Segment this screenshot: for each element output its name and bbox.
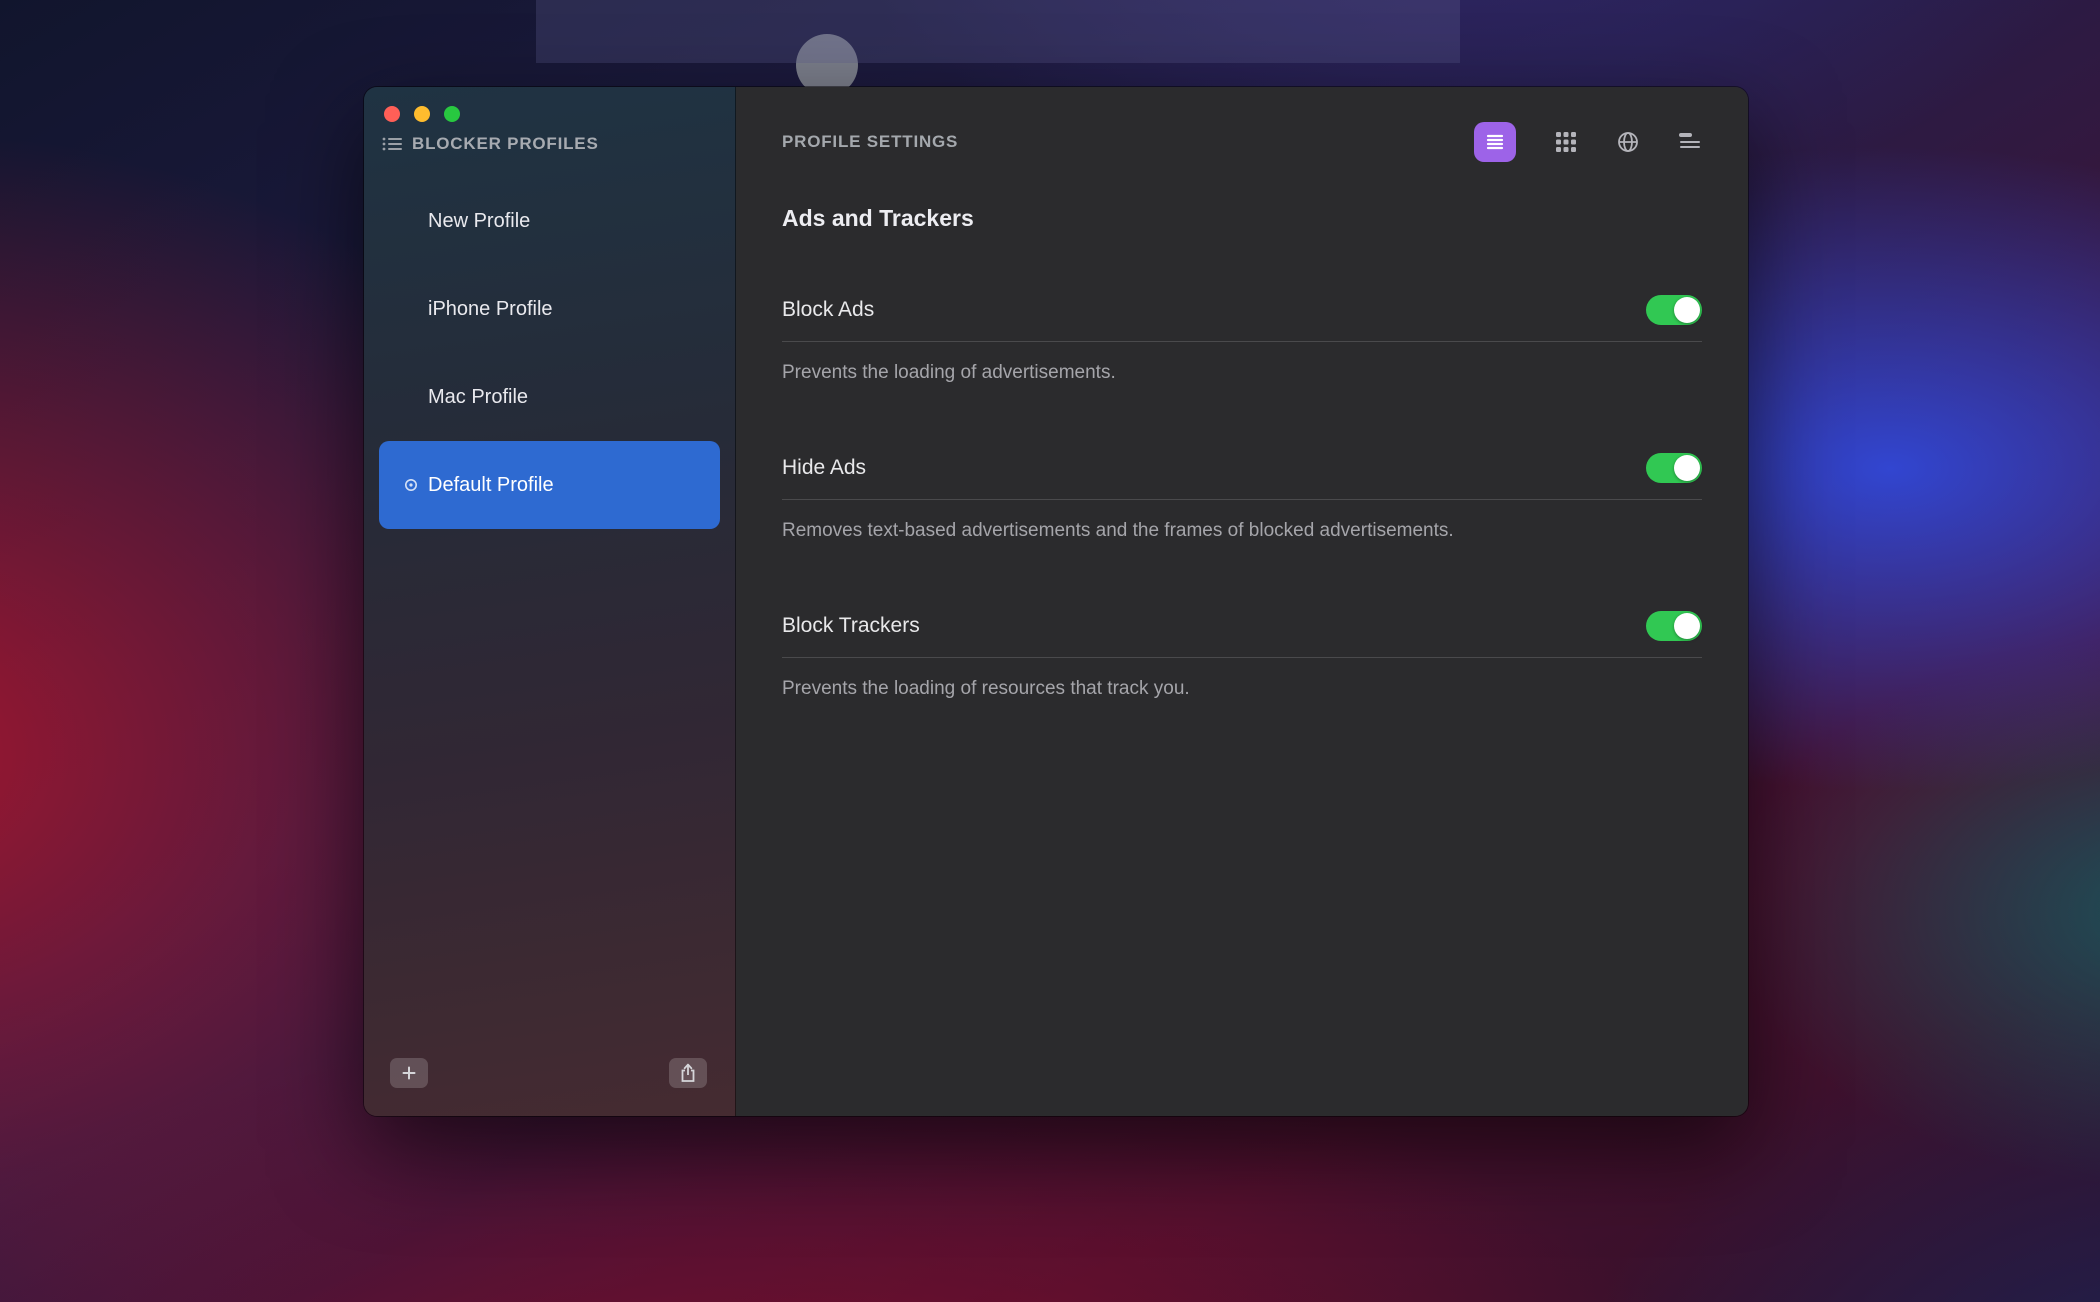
sidebar-title: BLOCKER PROFILES (412, 134, 599, 153)
block-trackers-toggle[interactable] (1646, 610, 1702, 641)
app-window: BLOCKER PROFILES New Profile iPhone Prof… (364, 87, 1748, 1116)
zoom-button[interactable] (444, 106, 460, 122)
setting-description: Removes text-based advertisements and th… (782, 520, 1454, 541)
setting-description: Prevents the loading of resources that t… (782, 678, 1190, 699)
settings-list: Block Ads Prevents the loading of advert… (782, 278, 1702, 700)
profile-list: New Profile iPhone Profile Mac Profile D… (364, 177, 735, 529)
minimize-button[interactable] (414, 106, 430, 122)
grid-view-icon (1554, 132, 1578, 157)
toggle-knob (1674, 296, 1700, 323)
sidebar-item-new-profile[interactable]: New Profile (379, 177, 720, 265)
window-controls (384, 106, 460, 122)
sidebar-header: BLOCKER PROFILES (364, 133, 735, 155)
active-profile-icon (403, 477, 419, 493)
sidebar-footer (390, 1058, 707, 1088)
setting-row: Block Ads (782, 278, 1702, 342)
sidebar-item-iphone-profile[interactable]: iPhone Profile (379, 265, 720, 353)
background-window (536, 0, 1460, 63)
setting-block-trackers: Block Trackers Prevents the loading of r… (782, 594, 1702, 700)
grid-view-button[interactable] (1554, 130, 1578, 154)
list-view-button[interactable] (1474, 122, 1516, 162)
sidebar-item-mac-profile[interactable]: Mac Profile (379, 353, 720, 441)
content-header: PROFILE SETTINGS (736, 87, 1748, 163)
block-ads-toggle[interactable] (1646, 294, 1702, 325)
content-title: PROFILE SETTINGS (782, 132, 959, 151)
hide-ads-toggle[interactable] (1646, 452, 1702, 483)
toggle-knob (1674, 612, 1700, 639)
globe-button[interactable] (1616, 130, 1640, 154)
globe-icon (1616, 132, 1640, 157)
profile-label: Mac Profile (428, 385, 529, 408)
setting-label: Block Trackers (782, 613, 920, 637)
setting-row: Hide Ads (782, 436, 1702, 500)
list-bullet-icon (382, 136, 402, 152)
setting-row: Block Trackers (782, 594, 1702, 658)
setting-hide-ads: Hide Ads Removes text-based advertisemen… (782, 436, 1702, 542)
plus-icon (401, 1065, 417, 1081)
profile-label: Default Profile (428, 473, 554, 496)
sidebar: BLOCKER PROFILES New Profile iPhone Prof… (364, 87, 736, 1116)
sidebar-item-default-profile[interactable]: Default Profile (379, 441, 720, 529)
profile-settings-panel: PROFILE SETTINGS Ads and Trackers Block … (736, 87, 1748, 1116)
view-toolbar (1474, 122, 1702, 162)
close-button[interactable] (384, 106, 400, 122)
text-align-icon (1678, 133, 1702, 157)
setting-description: Prevents the loading of advertisements. (782, 362, 1116, 383)
toggle-knob (1674, 454, 1700, 481)
setting-block-ads: Block Ads Prevents the loading of advert… (782, 278, 1702, 384)
add-profile-button[interactable] (390, 1058, 428, 1088)
section-title: Ads and Trackers (782, 205, 974, 231)
setting-label: Hide Ads (782, 455, 867, 479)
text-align-button[interactable] (1678, 130, 1702, 154)
share-icon (679, 1063, 697, 1083)
profile-label: iPhone Profile (428, 297, 553, 320)
share-profile-button[interactable] (669, 1058, 707, 1088)
setting-label: Block Ads (782, 297, 875, 321)
list-view-icon (1485, 132, 1505, 152)
profile-label: New Profile (428, 209, 531, 232)
